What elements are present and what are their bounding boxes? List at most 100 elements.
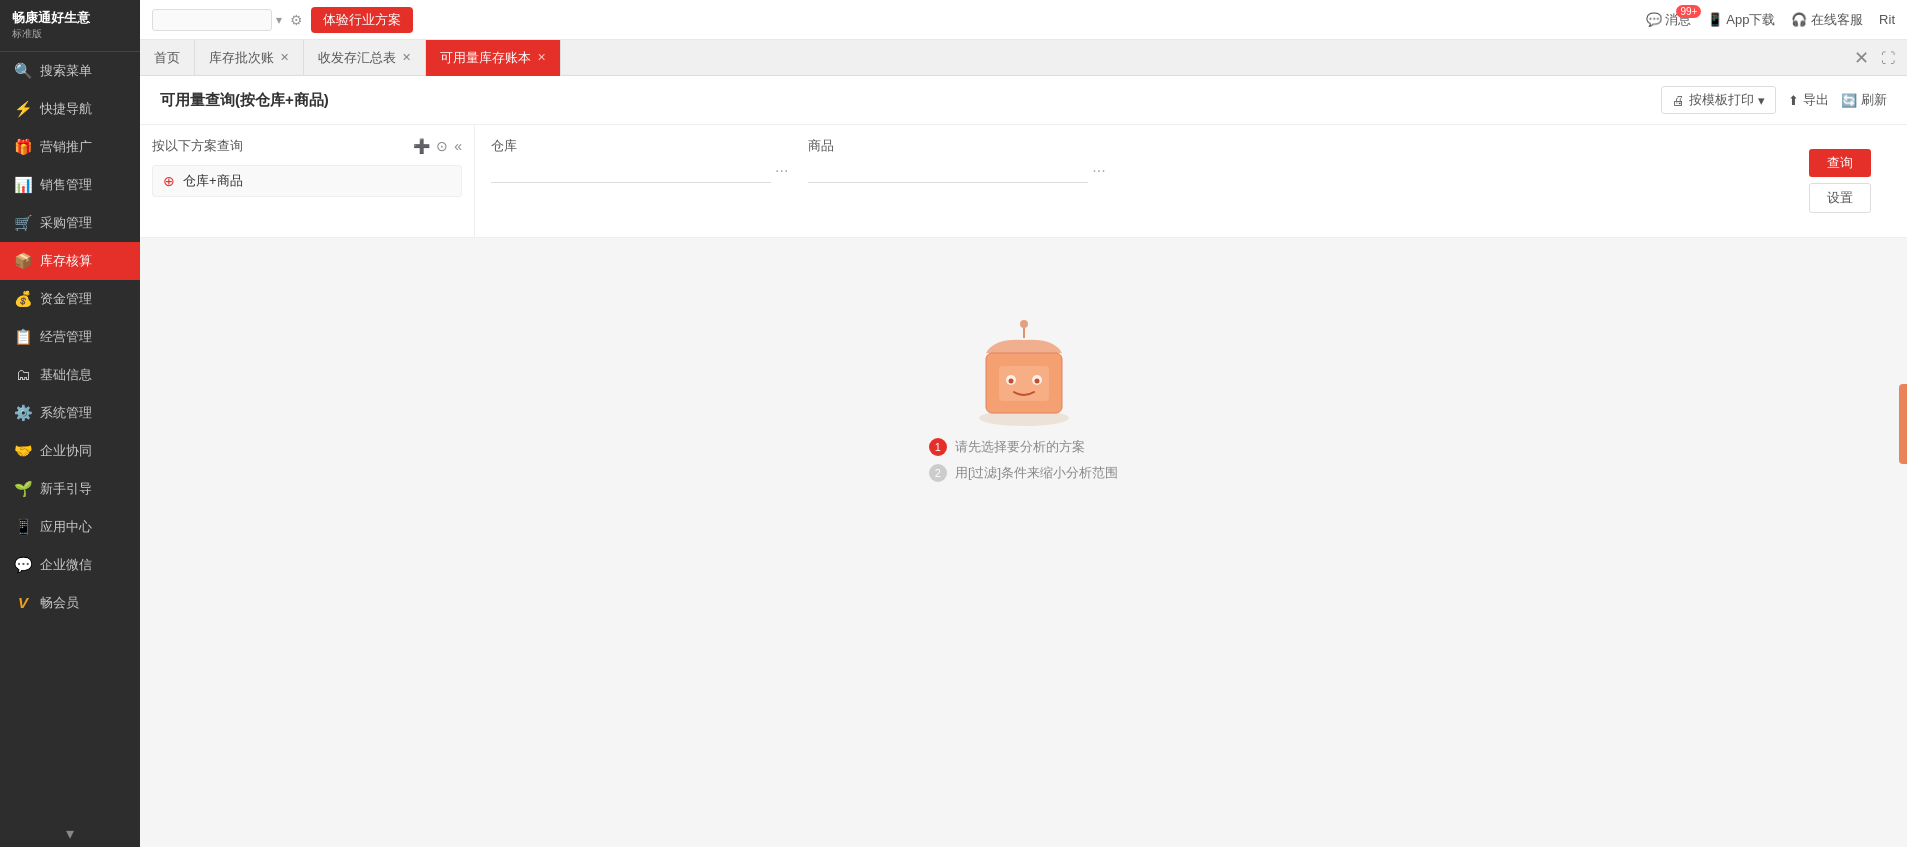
sidebar-item-operations[interactable]: 📋 经营管理 xyxy=(0,318,140,356)
sidebar-item-label: 企业协同 xyxy=(40,442,92,460)
clipboard-icon: 📋 xyxy=(14,328,32,346)
refresh-button[interactable]: 🔄 刷新 xyxy=(1841,91,1887,109)
filter-scheme-item[interactable]: ⊕ 仓库+商品 xyxy=(152,165,462,197)
wechat-icon: 💬 xyxy=(14,556,32,574)
product-input-row: ··· xyxy=(808,159,1105,183)
warehouse-more-icon[interactable]: ··· xyxy=(775,162,788,180)
sidebar-header: 畅康通好生意 标准版 xyxy=(0,0,140,52)
tab-batch-close-icon[interactable]: ✕ xyxy=(280,51,289,64)
sidebar-item-label: 库存核算 xyxy=(40,252,92,270)
topbar-search-input[interactable] xyxy=(152,9,272,31)
filter-left-header: 按以下方案查询 ➕ ⊙ « xyxy=(152,137,462,155)
svg-point-6 xyxy=(1008,379,1013,384)
product-more-icon[interactable]: ··· xyxy=(1092,162,1105,180)
page-title-actions: 🖨 按模板打印 ▾ ⬆ 导出 🔄 刷新 xyxy=(1661,86,1887,114)
tab-summary-close-icon[interactable]: ✕ xyxy=(402,51,411,64)
tab-available-close-icon[interactable]: ✕ xyxy=(537,51,546,64)
settings-scheme-icon[interactable]: ⊙ xyxy=(436,138,448,154)
warehouse-label: 仓库 xyxy=(491,137,788,155)
print-icon: 🖨 xyxy=(1672,93,1685,108)
sidebar-item-wechat[interactable]: 💬 企业微信 xyxy=(0,546,140,584)
sidebar-item-basic[interactable]: 🗂 基础信息 xyxy=(0,356,140,394)
collapse-filter-icon[interactable]: « xyxy=(454,138,462,154)
tab-summary[interactable]: 收发存汇总表 ✕ xyxy=(304,40,426,76)
sidebar-item-label: 快捷导航 xyxy=(40,100,92,118)
sidebar-item-finance[interactable]: 💰 资金管理 xyxy=(0,280,140,318)
sidebar-item-marketing[interactable]: 🎁 营销推广 xyxy=(0,128,140,166)
filter-left-icons: ➕ ⊙ « xyxy=(413,138,462,154)
print-button[interactable]: 🖨 按模板打印 ▾ xyxy=(1661,86,1776,114)
product-field: 商品 ··· xyxy=(808,137,1105,183)
topbar: ▾ ⚙ 体验行业方案 💬 消息 99+ 📱 App下载 🎧 在线客服 Rit xyxy=(140,0,1907,40)
sidebar-item-coop[interactable]: 🤝 企业协同 xyxy=(0,432,140,470)
tab-summary-label: 收发存汇总表 xyxy=(318,49,396,67)
trial-button[interactable]: 体验行业方案 xyxy=(311,7,413,33)
sidebar-item-purchase[interactable]: 🛒 采购管理 xyxy=(0,204,140,242)
empty-tips: 1 请先选择要分析的方案 2 用[过滤]条件来缩小分析范围 xyxy=(929,438,1118,490)
sidebar-item-apps[interactable]: 📱 应用中心 xyxy=(0,508,140,546)
sidebar-item-system[interactable]: ⚙️ 系统管理 xyxy=(0,394,140,432)
mobile-icon: 📱 xyxy=(14,518,32,536)
gear-icon: ⚙️ xyxy=(14,404,32,422)
svg-point-9 xyxy=(1020,320,1028,328)
vip-icon: V xyxy=(14,594,32,611)
sidebar-item-label: 搜索菜单 xyxy=(40,62,92,80)
service-icon: 🎧 xyxy=(1791,12,1807,27)
tab-expand-button[interactable]: ⛶ xyxy=(1877,50,1899,66)
seedling-icon: 🌱 xyxy=(14,480,32,498)
refresh-icon: 🔄 xyxy=(1841,93,1857,108)
message-button[interactable]: 💬 消息 99+ xyxy=(1646,11,1692,29)
sidebar-item-label: 畅会员 xyxy=(40,594,79,612)
sidebar-item-inventory[interactable]: 📦 库存核算 xyxy=(0,242,140,280)
user-menu[interactable]: Rit xyxy=(1879,12,1895,27)
sidebar-item-label: 资金管理 xyxy=(40,290,92,308)
topbar-gear-icon[interactable]: ⚙ xyxy=(290,12,303,28)
tab-actions: ✕ ⛶ xyxy=(1850,47,1907,69)
dropdown-arrow-icon[interactable]: ▾ xyxy=(276,13,282,27)
warehouse-field: 仓库 ··· xyxy=(491,137,788,183)
sidebar-item-label: 企业微信 xyxy=(40,556,92,574)
svg-point-7 xyxy=(1034,379,1039,384)
tab-home[interactable]: 首页 xyxy=(140,40,195,76)
settings-button[interactable]: 设置 xyxy=(1809,183,1871,213)
sidebar-item-sales[interactable]: 📊 销售管理 xyxy=(0,166,140,204)
tip-number-1: 1 xyxy=(929,438,947,456)
sidebar-item-member[interactable]: V 畅会员 xyxy=(0,584,140,622)
tabbar: 首页 库存批次账 ✕ 收发存汇总表 ✕ 可用量库存账本 ✕ ✕ ⛶ xyxy=(140,40,1907,76)
query-button[interactable]: 查询 xyxy=(1809,149,1871,177)
tab-batch[interactable]: 库存批次账 ✕ xyxy=(195,40,304,76)
sidebar: 畅康通好生意 标准版 🔍 搜索菜单 ⚡ 快捷导航 🎁 营销推广 📊 销售管理 🛒… xyxy=(0,0,140,847)
export-button[interactable]: ⬆ 导出 xyxy=(1788,91,1829,109)
add-scheme-icon[interactable]: ➕ xyxy=(413,138,430,154)
tip-text-1: 请先选择要分析的方案 xyxy=(955,438,1085,456)
sidebar-item-search[interactable]: 🔍 搜索菜单 xyxy=(0,52,140,90)
search-icon: 🔍 xyxy=(14,62,32,80)
empty-illustration xyxy=(964,318,1084,428)
tab-available[interactable]: 可用量库存账本 ✕ xyxy=(426,40,561,76)
user-label: Rit xyxy=(1879,12,1895,27)
print-dropdown-icon: ▾ xyxy=(1758,93,1765,108)
product-label: 商品 xyxy=(808,137,1105,155)
app-icon: 📱 xyxy=(1707,12,1723,27)
sidebar-item-shortcut[interactable]: ⚡ 快捷导航 xyxy=(0,90,140,128)
money-icon: 💰 xyxy=(14,290,32,308)
sidebar-item-label: 采购管理 xyxy=(40,214,92,232)
sidebar-item-newguide[interactable]: 🌱 新手引导 xyxy=(0,470,140,508)
sidebar-scroll-down-button[interactable]: ▾ xyxy=(0,820,140,847)
topbar-right: 💬 消息 99+ 📱 App下载 🎧 在线客服 Rit xyxy=(1646,11,1895,29)
filter-area: 按以下方案查询 ➕ ⊙ « ⊕ 仓库+商品 仓库 xyxy=(140,125,1907,238)
tab-close-button[interactable]: ✕ xyxy=(1850,47,1873,69)
empty-tip-2: 2 用[过滤]条件来缩小分析范围 xyxy=(929,464,1118,482)
sidebar-scroll: 🔍 搜索菜单 ⚡ 快捷导航 🎁 营销推广 📊 销售管理 🛒 采购管理 📦 库存核… xyxy=(0,52,140,820)
gift-icon: 🎁 xyxy=(14,138,32,156)
main-area: ▾ ⚙ 体验行业方案 💬 消息 99+ 📱 App下载 🎧 在线客服 Rit xyxy=(140,0,1907,847)
export-icon: ⬆ xyxy=(1788,93,1799,108)
topbar-search: ▾ xyxy=(152,9,282,31)
sidebar-item-label: 新手引导 xyxy=(40,480,92,498)
chart-icon: 📊 xyxy=(14,176,32,194)
right-scroll-indicator xyxy=(1899,384,1907,464)
warehouse-input[interactable] xyxy=(491,159,771,183)
product-input[interactable] xyxy=(808,159,1088,183)
online-service-button[interactable]: 🎧 在线客服 xyxy=(1791,11,1863,29)
app-download-button[interactable]: 📱 App下载 xyxy=(1707,11,1775,29)
